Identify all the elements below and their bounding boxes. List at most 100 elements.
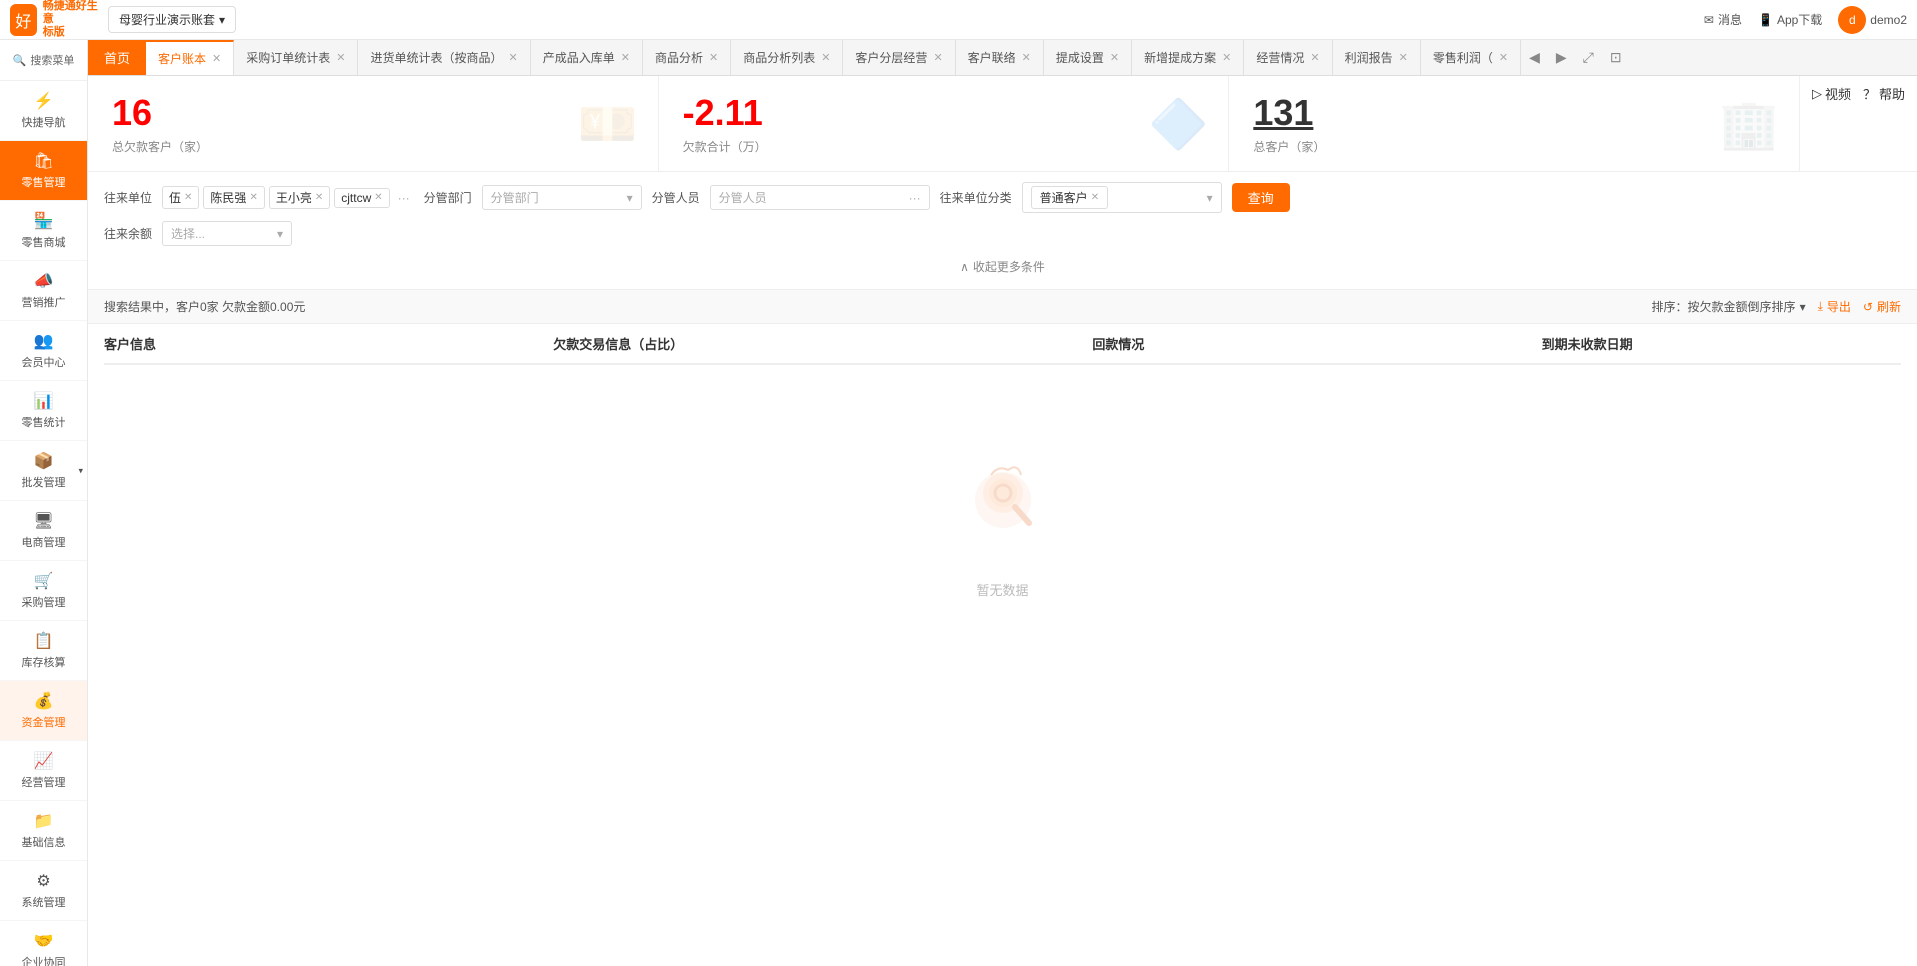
tab-home[interactable]: 首页 (88, 40, 146, 76)
stats-bar: 16 总欠款客户（家） 💴 -2.11 欠款合计（万） 🔷 131 总客户（家） (88, 76, 1917, 172)
tab-close-retail-profit[interactable]: ✕ (1499, 51, 1508, 64)
chevron-down-icon: ▾ (1800, 300, 1806, 314)
unit-label: 往来单位 (104, 189, 152, 206)
unit-tag-cjttcw: cjttcw ✕ (334, 188, 389, 208)
help-link[interactable]: ？ 帮助 (1863, 84, 1905, 103)
tab-product-analysis[interactable]: 商品分析 ✕ (643, 40, 731, 76)
collapse-button[interactable]: ∧ 收起更多条件 (948, 254, 1057, 279)
finance-icon: 💰 (34, 691, 54, 711)
tab-purchase-order[interactable]: 采购订单统计表 ✕ (234, 40, 358, 76)
tab-close-purchase-order[interactable]: ✕ (336, 51, 345, 64)
table-header: 客户信息 欠款交易信息（占比） 回款情况 到期未收款日期 (104, 324, 1901, 365)
col-header-customer: 客户信息 (104, 334, 553, 353)
account-selector[interactable]: 母婴行业演示账套 ▾ (108, 6, 236, 33)
unit-tags-more[interactable]: ··· (394, 189, 414, 207)
unit-tag-chen-close[interactable]: ✕ (249, 192, 257, 203)
tab-close-customer-book[interactable]: ✕ (212, 52, 221, 65)
tab-close-segment[interactable]: ✕ (933, 51, 942, 64)
tab-close-ops[interactable]: ✕ (1310, 51, 1319, 64)
balance-select[interactable]: 选择... ▾ (162, 221, 292, 246)
tab-production-stock[interactable]: 产成品入库单 ✕ (531, 40, 643, 76)
tab-bar: 首页 客户账本 ✕ 采购订单统计表 ✕ 进货单统计表（按商品） ✕ 产成品入库单… (88, 40, 1917, 76)
col-header-repay: 回款情况 (1092, 334, 1541, 353)
sidebar-item-ecommerce[interactable]: 🖥 电商管理 (0, 501, 87, 561)
debt-customers-label: 总欠款客户（家） (112, 138, 208, 155)
sidebar-item-system[interactable]: ⚙ 系统管理 (0, 861, 87, 921)
sidebar-item-member-center[interactable]: 👥 会员中心 (0, 321, 87, 381)
ecommerce-icon: 🖥 (33, 511, 53, 531)
sidebar-item-operations[interactable]: 📈 经营管理 (0, 741, 87, 801)
stat-debt-customers: 16 总欠款客户（家） 💴 (88, 76, 659, 171)
tab-prev-button[interactable]: ◀ (1521, 49, 1548, 66)
export-button[interactable]: ⤓ 导出 (1818, 298, 1851, 315)
user-menu[interactable]: d demo2 (1838, 6, 1907, 34)
person-select[interactable]: 分管人员 ··· (710, 185, 930, 210)
tab-restore-button[interactable]: ⊡ (1602, 49, 1630, 66)
dept-select[interactable]: 分管部门 ▾ (482, 185, 642, 210)
main-layout: 🔍 搜索菜单 ⚡ 快捷导航 🛍 零售管理 🏪 零售商城 📣 营销推广 (0, 40, 1917, 966)
tab-close-product-list[interactable]: ✕ (821, 51, 830, 64)
sidebar-item-marketing[interactable]: 📣 营销推广 (0, 261, 87, 321)
message-button[interactable]: ✉ 消息 (1704, 11, 1742, 28)
tab-close-profit[interactable]: ✕ (1399, 51, 1408, 64)
sidebar-item-inventory[interactable]: 📋 库存核算 (0, 621, 87, 681)
filter-row-1: 往来单位 伍 ✕ 陈民强 ✕ 王小亮 (104, 182, 1901, 213)
sort-label: 排序：按欠款金额倒序排序 (1652, 298, 1796, 315)
sidebar-item-finance[interactable]: 💰 资金管理 (0, 681, 87, 741)
retail-stats-icon: 📊 (34, 391, 54, 411)
logo-text: 畅捷通好生意 标版 (43, 0, 98, 39)
sidebar-item-enterprise-collab[interactable]: 🤝 企业协同 (0, 921, 87, 966)
app-download-button[interactable]: 📱 App下载 (1758, 11, 1822, 28)
sidebar-quick-nav[interactable]: ⚡ 快捷导航 (0, 81, 87, 141)
tab-close-product-analysis[interactable]: ✕ (709, 51, 718, 64)
video-icon: ▷ (1812, 86, 1822, 102)
sidebar-item-retail-stats[interactable]: 📊 零售统计 (0, 381, 87, 441)
unit-class-select[interactable]: 普通客户 ✕ ▾ (1022, 182, 1222, 213)
sidebar: 🔍 搜索菜单 ⚡ 快捷导航 🛍 零售管理 🏪 零售商城 📣 营销推广 (0, 40, 88, 966)
tab-retail-profit[interactable]: 零售利润（ ✕ (1421, 40, 1521, 76)
col-header-debt: 欠款交易信息（占比） (553, 334, 1092, 353)
tab-close-incentive[interactable]: ✕ (1222, 51, 1231, 64)
system-icon: ⚙ (36, 871, 50, 891)
tab-customer-contact[interactable]: 客户联络 ✕ (956, 40, 1044, 76)
tab-product-analysis-list[interactable]: 商品分析列表 ✕ (731, 40, 843, 76)
unit-tag-wang: 王小亮 ✕ (269, 186, 330, 209)
chevron-down-icon: ▾ (1207, 191, 1213, 205)
filter-row-2: 往来余额 选择... ▾ (104, 221, 1901, 246)
empty-state: 暂无数据 (104, 365, 1901, 679)
sidebar-search-area: 🔍 搜索菜单 (0, 40, 87, 81)
export-icon: ⤓ (1818, 299, 1823, 314)
tab-close-inventory-stats[interactable]: ✕ (509, 51, 518, 64)
tab-new-incentive[interactable]: 新增提成方案 ✕ (1132, 40, 1244, 76)
sidebar-item-retail-mgmt[interactable]: 🛍 零售管理 (0, 141, 87, 201)
debt-amount-value: -2.11 (683, 92, 763, 134)
classify-tag-close[interactable]: ✕ (1091, 192, 1099, 203)
tab-close-production[interactable]: ✕ (621, 51, 630, 64)
tab-customer-book[interactable]: 客户账本 ✕ (146, 40, 234, 76)
tab-operations-status[interactable]: 经营情况 ✕ (1244, 40, 1332, 76)
sidebar-item-basic[interactable]: 📁 基础信息 (0, 801, 87, 861)
retail-mall-icon: 🏪 (34, 211, 54, 231)
tab-customer-segment[interactable]: 客户分层经营 ✕ (843, 40, 955, 76)
video-help-link[interactable]: ▷ 视频 (1812, 84, 1851, 103)
tab-reminder-settings[interactable]: 提成设置 ✕ (1044, 40, 1132, 76)
tab-profit-report[interactable]: 利润报告 ✕ (1333, 40, 1421, 76)
unit-tag-wu-close[interactable]: ✕ (184, 192, 192, 203)
unit-tag-wang-close[interactable]: ✕ (315, 192, 323, 203)
sort-selector[interactable]: 排序：按欠款金额倒序排序 ▾ (1652, 298, 1806, 315)
tab-close-reminder[interactable]: ✕ (1110, 51, 1119, 64)
tab-inventory-stats[interactable]: 进货单统计表（按商品） ✕ (358, 40, 530, 76)
tab-close-contact[interactable]: ✕ (1022, 51, 1031, 64)
tab-next-button[interactable]: ▶ (1548, 49, 1575, 66)
query-button[interactable]: 查询 (1232, 183, 1290, 212)
sidebar-item-purchase[interactable]: 🛒 采购管理 (0, 561, 87, 621)
result-bar: 搜索结果中，客户0家 欠款金额0.00元 排序：按欠款金额倒序排序 ▾ ⤓ 导出… (88, 290, 1917, 324)
unit-tag-cjttcw-close[interactable]: ✕ (374, 192, 382, 203)
refresh-button[interactable]: ↺ 刷新 (1863, 298, 1901, 315)
debt-customers-icon: 💴 (578, 95, 638, 152)
tab-maximize-button[interactable]: ⤢ (1575, 49, 1602, 66)
search-menu-button[interactable]: 🔍 搜索菜单 (6, 48, 81, 72)
chevron-up-icon: ∧ (960, 260, 969, 274)
sidebar-item-wholesale[interactable]: 📦 批发管理 (0, 441, 87, 501)
sidebar-item-retail-mall[interactable]: 🏪 零售商城 (0, 201, 87, 261)
